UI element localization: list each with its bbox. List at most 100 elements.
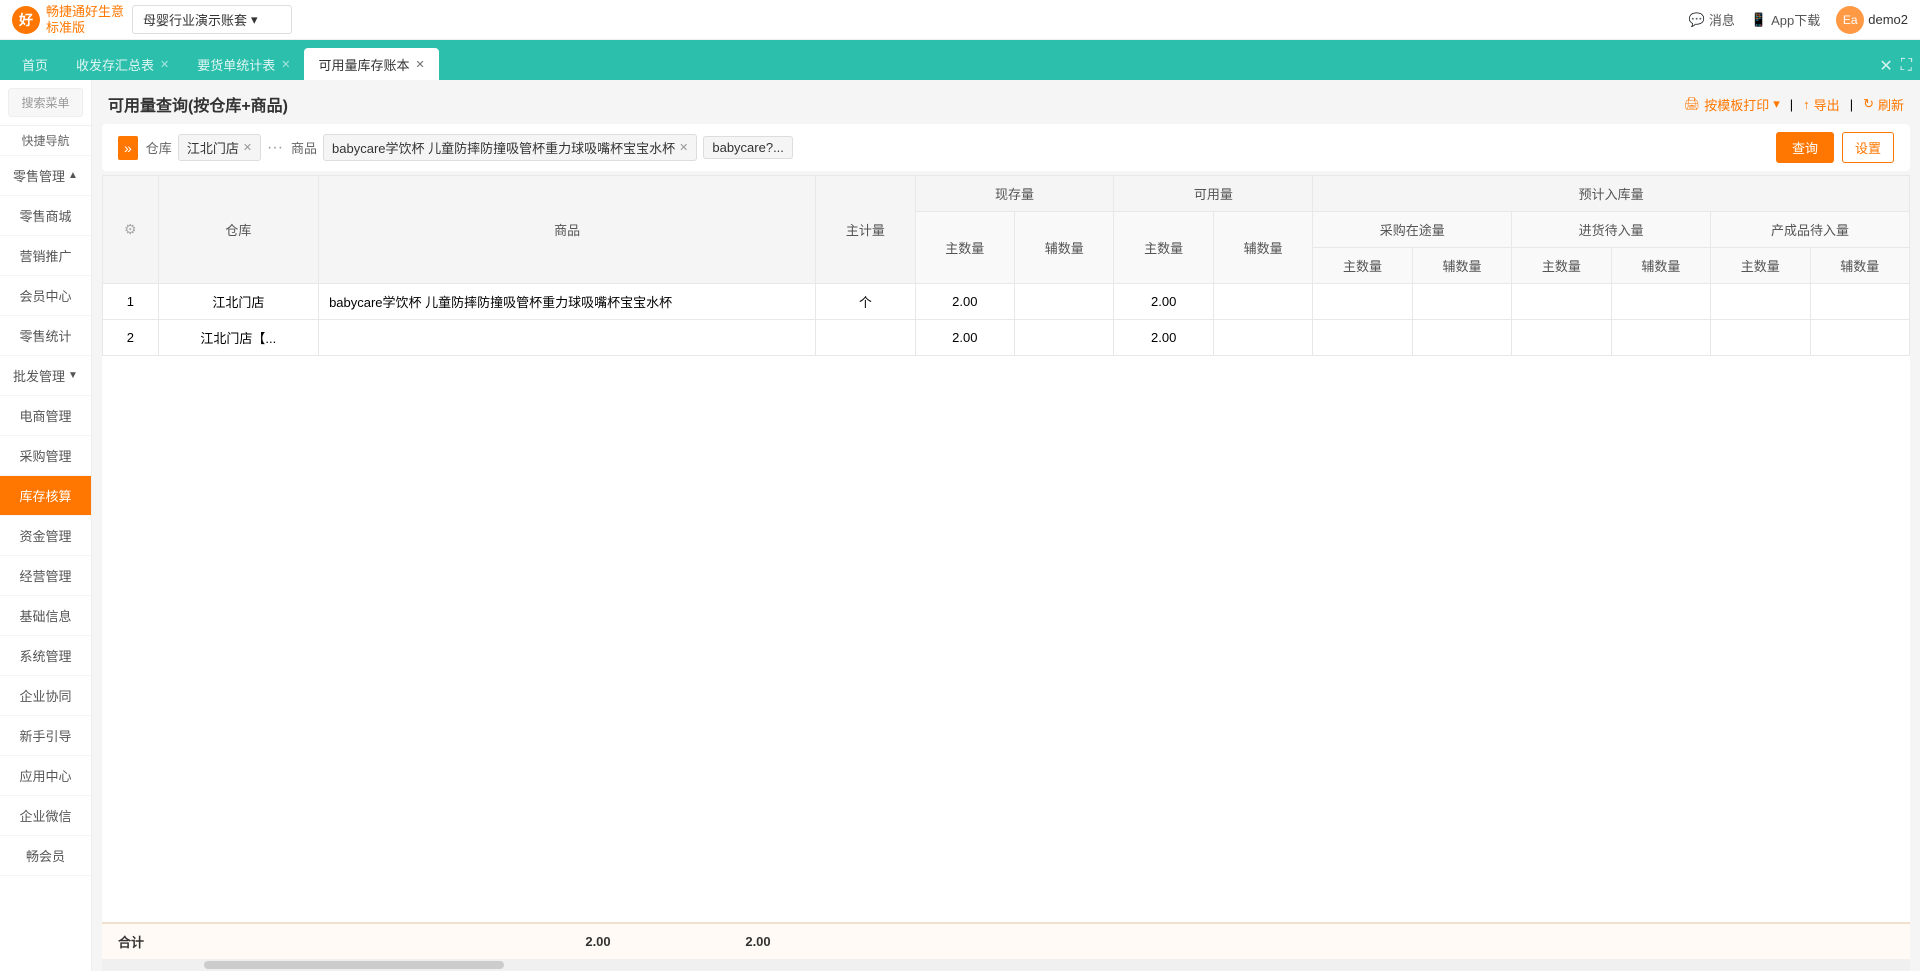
product-filter-group: 商品 babycare学饮杯 儿童防摔防撞吸管杯重力球吸嘴杯宝宝水杯 ✕ bab…	[291, 134, 793, 161]
remove-warehouse-tag-btn[interactable]: ✕	[243, 141, 252, 154]
search-menu-btn[interactable]: 搜索菜单	[8, 88, 83, 117]
scroll-track	[102, 959, 1910, 971]
user-profile-btn[interactable]: Ea demo2	[1836, 6, 1908, 34]
scroll-thumb[interactable]	[204, 961, 504, 969]
footer-current-main: 2.00	[558, 934, 638, 949]
cell-prod-aux	[1810, 284, 1910, 320]
tab-available-stock[interactable]: 可用量库存账本 ✕	[304, 48, 438, 80]
sidebar-item-member-plus[interactable]: 畅会员	[0, 836, 91, 876]
print-btn[interactable]: 🖨 按模板打印 ▾	[1684, 95, 1780, 114]
warehouse-filter-group: 仓库 江北门店 ✕ ···	[146, 134, 283, 161]
warehouse-more-btn[interactable]: ···	[267, 139, 283, 157]
sidebar-search-area: 搜索菜单	[0, 80, 91, 126]
sidebar-item-retail-mgmt[interactable]: 零售管理 ▲	[0, 156, 91, 196]
logo-text: 畅捷通好生意 标准版	[46, 4, 124, 35]
sidebar-item-purchase-mgmt[interactable]: 采购管理	[0, 436, 91, 476]
tab-close-all-btn[interactable]: ✕	[1879, 56, 1892, 76]
sidebar-item-operations-mgmt[interactable]: 经营管理	[0, 556, 91, 596]
sidebar-item-retail-stats[interactable]: 零售统计	[0, 316, 91, 356]
cell-available-main: 2.00	[1114, 284, 1213, 320]
app-download-btn[interactable]: 📱 App下载	[1751, 10, 1820, 29]
tab-close-icon[interactable]: ✕	[416, 58, 425, 71]
tab-bar: 首页 收发存汇总表 ✕ 要货单统计表 ✕ 可用量库存账本 ✕ ✕ ⛶	[0, 40, 1920, 80]
app-icon: 📱	[1751, 12, 1767, 28]
tab-home[interactable]: 首页	[8, 48, 62, 80]
industry-selector[interactable]: 母婴行业演示账套 ▾	[132, 5, 292, 34]
tab-close-icon[interactable]: ✕	[160, 58, 169, 71]
tab-receipt-summary[interactable]: 收发存汇总表 ✕	[62, 48, 183, 80]
th-purchase-pending: 进货待入量	[1512, 212, 1711, 248]
th-pp-aux: 辅数量	[1611, 248, 1710, 284]
sidebar-item-retail-store[interactable]: 零售商城	[0, 196, 91, 236]
sidebar-item-app-center[interactable]: 应用中心	[0, 756, 91, 796]
sidebar-section: 零售管理 ▲ 零售商城 营销推广 会员中心 零售统计 批发管理 ▼ 电商管理	[0, 156, 91, 876]
cell-no: 1	[103, 284, 159, 320]
query-btn[interactable]: 查询	[1776, 132, 1834, 163]
th-product: 商品	[319, 176, 816, 284]
sidebar-item-enterprise-wechat[interactable]: 企业微信	[0, 796, 91, 836]
logo-area: 好 畅捷通好生意 标准版	[12, 4, 124, 35]
th-current-aux: 辅数量	[1015, 212, 1114, 284]
sidebar-item-member-center[interactable]: 会员中心	[0, 276, 91, 316]
tab-close-icon[interactable]: ✕	[281, 58, 290, 71]
export-icon: ↑	[1803, 97, 1810, 112]
product-tag-2[interactable]: babycare?...	[703, 136, 793, 159]
th-purchase-transit: 采购在途量	[1313, 212, 1512, 248]
sidebar-item-marketing[interactable]: 营销推广	[0, 236, 91, 276]
sidebar-item-finance-mgmt[interactable]: 资金管理	[0, 516, 91, 556]
chevron-down-icon: ▾	[1773, 96, 1780, 112]
tab-fullscreen-btn[interactable]: ⛶	[1901, 57, 1912, 75]
sidebar-item-enterprise-collab[interactable]: 企业协同	[0, 676, 91, 716]
th-settings[interactable]: ⚙	[103, 176, 159, 284]
filter-area: » 仓库 江北门店 ✕ ··· 商品 babycare学饮杯 儿童防摔防撞吸管杯…	[102, 124, 1910, 171]
cell-warehouse: 江北门店	[158, 284, 318, 320]
main-layout: 搜索菜单 快捷导航 零售管理 ▲ 零售商城 营销推广 会员中心 零售统计 批发管…	[0, 80, 1920, 971]
page-header-actions: 🖨 按模板打印 ▾ | ↑ 导出 | ↻ 刷新	[1684, 95, 1904, 114]
cell-prod-main	[1711, 284, 1810, 320]
cell-current-aux	[1015, 284, 1114, 320]
top-bar: 好 畅捷通好生意 标准版 母婴行业演示账套 ▾ 💬 消息 📱 App下载 Ea …	[0, 0, 1920, 40]
product-tag-1[interactable]: babycare学饮杯 儿童防摔防撞吸管杯重力球吸嘴杯宝宝水杯 ✕	[323, 134, 697, 161]
sidebar-item-ecommerce-mgmt[interactable]: 电商管理	[0, 396, 91, 436]
sidebar-item-inventory-check[interactable]: 库存核算	[0, 476, 91, 516]
export-btn[interactable]: ↑ 导出	[1803, 95, 1840, 114]
message-icon: 💬	[1689, 12, 1705, 28]
th-pp-main: 主数量	[1512, 248, 1611, 284]
remove-product-tag-1-btn[interactable]: ✕	[679, 141, 688, 154]
sidebar-item-wholesale-mgmt[interactable]: 批发管理 ▼	[0, 356, 91, 396]
th-prod-main: 主数量	[1711, 248, 1810, 284]
message-btn[interactable]: 💬 消息	[1689, 10, 1735, 29]
th-available-qty: 可用量	[1114, 176, 1313, 212]
filter-expand-btn[interactable]: »	[118, 136, 138, 160]
sidebar-item-basic-info[interactable]: 基础信息	[0, 596, 91, 636]
logo-icon: 好	[12, 6, 40, 34]
filter-actions: 查询 设置	[1776, 132, 1894, 163]
cell-pt-main	[1313, 320, 1412, 356]
sidebar-item-new-guide[interactable]: 新手引导	[0, 716, 91, 756]
cell-warehouse: 江北门店【...	[158, 320, 318, 356]
footer-available-main: 2.00	[718, 934, 798, 949]
cell-current-aux	[1015, 320, 1114, 356]
print-icon: 🖨	[1684, 96, 1701, 112]
th-available-aux: 辅数量	[1213, 212, 1312, 284]
cell-prod-main	[1711, 320, 1810, 356]
refresh-btn[interactable]: ↻ 刷新	[1863, 95, 1904, 114]
inner-content: » 仓库 江北门店 ✕ ··· 商品 babycare学饮杯 儿童防摔防撞吸管杯…	[92, 124, 1920, 971]
tab-order-stats[interactable]: 要货单统计表 ✕	[183, 48, 304, 80]
arrow-icon: ▲	[68, 170, 78, 181]
content-area: 可用量查询(按仓库+商品) 🖨 按模板打印 ▾ | ↑ 导出 | ↻ 刷新	[92, 80, 1920, 971]
cell-available-aux	[1213, 320, 1312, 356]
cell-no: 2	[103, 320, 159, 356]
warehouse-tag[interactable]: 江北门店 ✕	[178, 134, 261, 161]
sidebar-item-system-mgmt[interactable]: 系统管理	[0, 636, 91, 676]
settings-btn[interactable]: 设置	[1842, 132, 1894, 163]
cell-available-aux	[1213, 284, 1312, 320]
cell-product	[319, 320, 816, 356]
table-container: ⚙ 仓库 商品 主计量 现存量 可用量 预计入库量 主数量 辅数量 主数量	[102, 175, 1910, 922]
th-pt-aux: 辅数量	[1412, 248, 1511, 284]
quick-nav-btn[interactable]: 快捷导航	[0, 126, 91, 156]
cell-pp-main	[1512, 320, 1611, 356]
cell-pp-aux	[1611, 284, 1710, 320]
th-main-unit: 主计量	[816, 176, 915, 284]
th-prod-aux: 辅数量	[1810, 248, 1910, 284]
